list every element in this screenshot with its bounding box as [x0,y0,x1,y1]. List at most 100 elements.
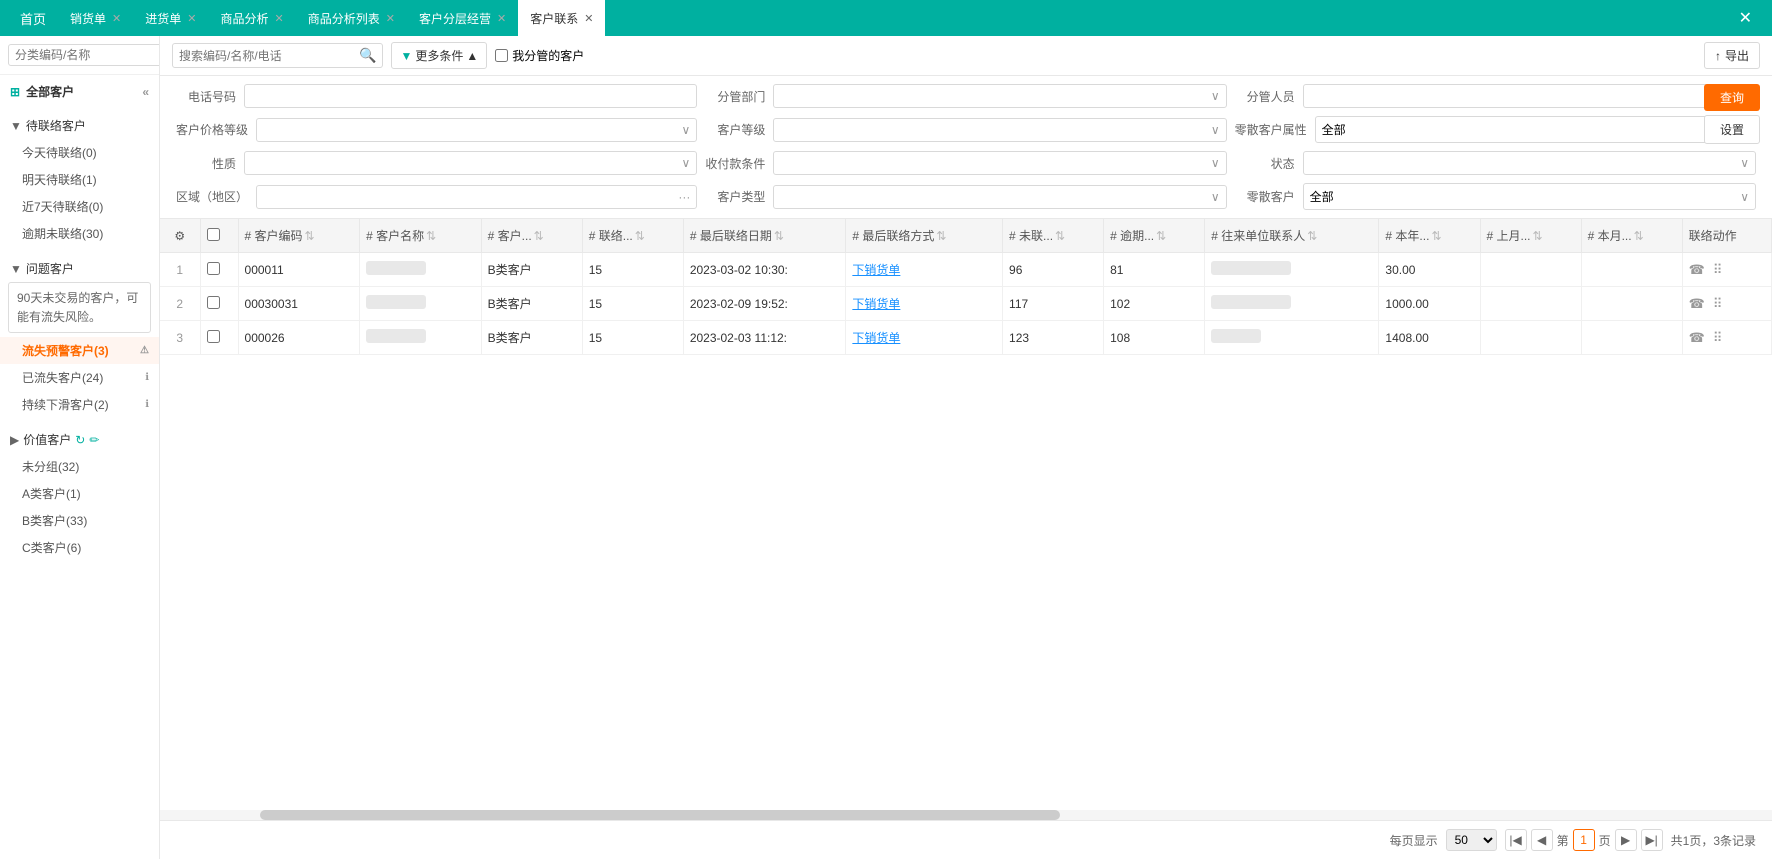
more-action-icon[interactable]: ⠿ [1713,262,1723,278]
filter-row-status: 状态 ∨ [1235,151,1756,175]
contact-action-icon[interactable]: ☎ [1689,330,1705,346]
nav-home[interactable]: 首页 [8,9,58,28]
last-method-link[interactable]: 下销货单 [852,331,900,345]
customer-type-select[interactable]: ∨ [773,185,1226,209]
sort-icon: ⇅ [1533,229,1543,243]
status-select[interactable]: ∨ [1303,151,1756,175]
nav-tab-商品分析[interactable]: 商品分析 ✕ [208,0,295,36]
table-header-contact[interactable]: # 联络...⇅ [582,219,683,253]
edit-icon[interactable]: ✏ [89,433,99,447]
table-header-no-contact[interactable]: # 未联...⇅ [1003,219,1104,253]
collapse-icon[interactable]: « [142,85,149,99]
window-close-icon[interactable]: ✕ [1727,8,1764,28]
zero-attr-select[interactable]: 全部 ∨ [1315,116,1756,143]
warning-icon: ⚠ [140,345,149,356]
close-icon[interactable]: ✕ [386,12,395,25]
my-customers-checkbox[interactable] [495,49,508,62]
sort-icon: ⇅ [1055,229,1065,243]
contact-action-icon[interactable]: ☎ [1689,262,1705,278]
sidebar-item-class-a[interactable]: A类客户(1) [0,480,159,507]
table-header-this-month[interactable]: # 本月...⇅ [1581,219,1682,253]
chevron-down-icon: ∨ [1211,123,1220,137]
zero-customer-select[interactable]: 全部 ∨ [1303,183,1756,210]
next-page-button[interactable]: ▶ [1615,829,1637,851]
table-header-last-month[interactable]: # 上月...⇅ [1480,219,1581,253]
my-customers-checkbox-label[interactable]: 我分管的客户 [495,47,584,64]
search-button[interactable]: 🔍 [359,47,376,64]
more-filter-button[interactable]: ▼ 更多条件 ▲ [391,42,487,69]
prev-page-button[interactable]: ◀ [1531,829,1553,851]
sidebar-item-declining[interactable]: 持续下滑客户(2) ℹ [0,391,159,418]
close-icon[interactable]: ✕ [112,12,121,25]
table-header-overdue[interactable]: # 逾期...⇅ [1104,219,1205,253]
table-header-name[interactable]: # 客户名称⇅ [360,219,482,253]
price-level-select[interactable]: ∨ [256,118,697,142]
row-checkbox[interactable] [200,253,238,287]
sidebar-search-input[interactable] [8,44,160,66]
table-header-last-date[interactable]: # 最后联络日期⇅ [683,219,846,253]
sidebar-section-value-title[interactable]: ▶ 价值客户 ↻ ✏ [0,426,159,453]
manager-select[interactable]: ∨ [1303,84,1736,108]
table-header-code[interactable]: # 客户编码⇅ [238,219,360,253]
sidebar-item-class-c[interactable]: C类客户(6) [0,534,159,561]
close-icon[interactable]: ✕ [187,12,196,25]
sidebar-item-class-b[interactable]: B类客户(33) [0,507,159,534]
table-header-checkbox[interactable] [200,219,238,253]
customer-level-select[interactable]: ∨ [773,118,1226,142]
row-checkbox[interactable] [200,287,238,321]
sidebar-item-7day-pending[interactable]: 近7天待联络(0) [0,193,159,220]
sidebar-item-ungrouped[interactable]: 未分组(32) [0,453,159,480]
last-page-button[interactable]: ▶| [1641,829,1663,851]
table-header-unit-contact[interactable]: # 往来单位联系人⇅ [1205,219,1379,253]
select-all-checkbox[interactable] [207,228,220,241]
dept-select[interactable]: ∨ [773,84,1226,108]
sidebar-item-churned[interactable]: 已流失客户(24) ℹ [0,364,159,391]
table-header-this-year[interactable]: # 本年...⇅ [1379,219,1480,253]
first-page-button[interactable]: |◀ [1505,829,1527,851]
more-action-icon[interactable]: ⠿ [1713,296,1723,312]
scrollbar-thumb[interactable] [260,810,1060,820]
table-row: 1 000011 B类客户 15 2023-03-02 10:30: 下销货单 … [160,253,1772,287]
horizontal-scrollbar[interactable] [160,810,1772,820]
export-button[interactable]: ↑ 导出 [1704,42,1760,69]
filter-row-zero-attr: 零散客户属性 全部 ∨ [1235,116,1756,143]
sidebar-item-tomorrow-pending[interactable]: 明天待联络(1) [0,166,159,193]
last-method-link[interactable]: 下销货单 [852,263,900,277]
phone-input[interactable] [244,84,697,108]
nav-tab-客户分层经营[interactable]: 客户分层经营 ✕ [407,0,518,36]
nav-tab-商品分析列表[interactable]: 商品分析列表 ✕ [296,0,407,36]
table-header-gear[interactable]: ⚙ [160,219,200,253]
row-checkbox[interactable] [200,321,238,355]
search-input[interactable] [179,49,359,63]
more-action-icon[interactable]: ⠿ [1713,330,1723,346]
sidebar-item-churn-warning[interactable]: 流失预警客户(3) ⚠ [0,337,159,364]
problem-customer-tooltip: 90天未交易的客户，可能有流失风险。 [8,282,151,333]
table-header-last-method[interactable]: # 最后联络方式⇅ [846,219,1003,253]
refresh-icon[interactable]: ↻ [75,433,85,447]
sidebar-item-today-pending[interactable]: 今天待联络(0) [0,139,159,166]
contact-action-icon[interactable]: ☎ [1689,296,1705,312]
query-button[interactable]: 查询 [1704,84,1760,111]
sidebar-all-customers[interactable]: ⊞ 全部客户 « [0,75,159,108]
row-last-method: 下销货单 [846,253,1003,287]
sidebar-section-problem-title[interactable]: ▼ 问题客户 [0,255,159,282]
gender-label: 性质 [176,155,236,172]
nav-tab-销货单[interactable]: 销货单 ✕ [58,0,133,36]
sidebar-item-overdue-pending[interactable]: 逾期未联络(30) [0,220,159,247]
row-last-date: 2023-03-02 10:30: [683,253,846,287]
gender-select[interactable]: ∨ [244,151,697,175]
sidebar-section-pending-title[interactable]: ▼ 待联络客户 [0,112,159,139]
close-icon[interactable]: ✕ [584,12,593,25]
row-last-method: 下销货单 [846,321,1003,355]
close-icon[interactable]: ✕ [275,12,284,25]
last-method-link[interactable]: 下销货单 [852,297,900,311]
table-header-type[interactable]: # 客户...⇅ [481,219,582,253]
close-icon[interactable]: ✕ [497,12,506,25]
nav-tab-客户联系[interactable]: 客户联系 ✕ [518,0,605,36]
settings-button[interactable]: 设置 [1704,115,1760,144]
customer-level-label: 客户等级 [705,121,765,138]
page-size-select[interactable]: 50 100 200 [1446,829,1497,851]
nav-tab-进货单[interactable]: 进货单 ✕ [133,0,208,36]
payment-select[interactable]: ∨ [773,151,1226,175]
region-select[interactable]: ··· [256,185,697,209]
